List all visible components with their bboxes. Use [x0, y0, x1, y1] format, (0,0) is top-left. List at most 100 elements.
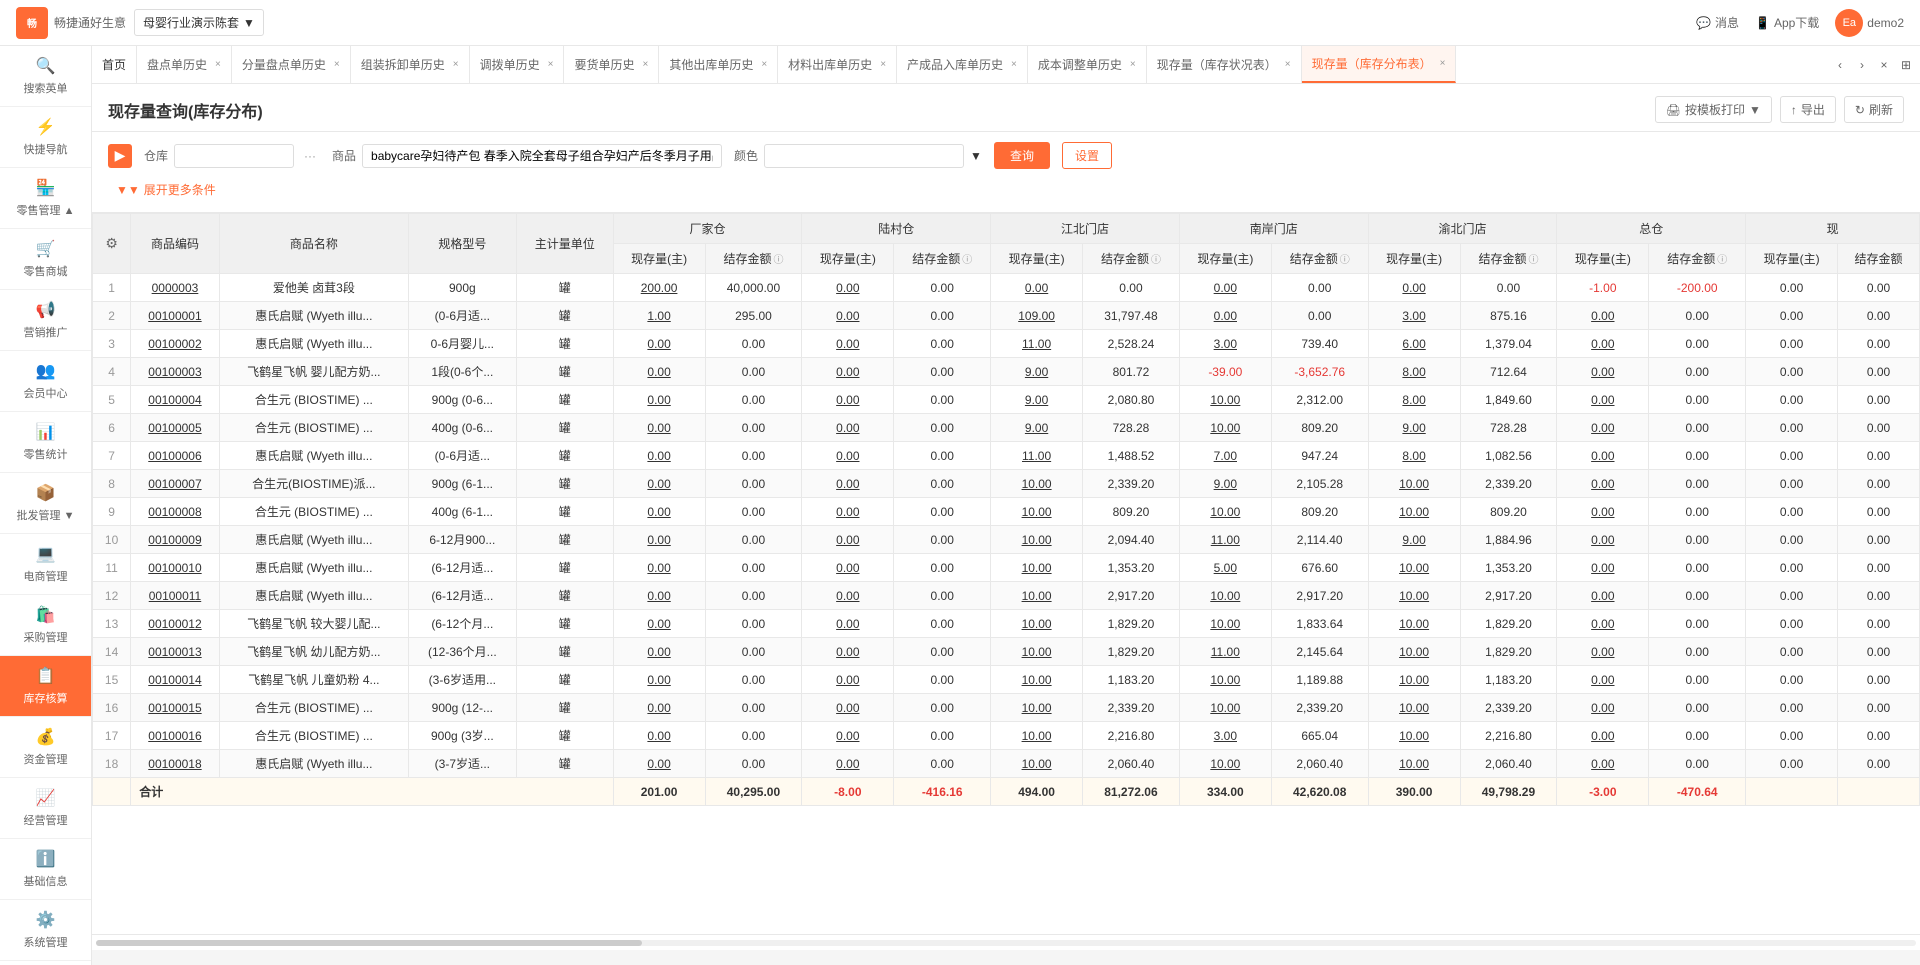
table-container[interactable]: ⚙ 商品编码 商品名称 规格型号 主计量单位 厂家仓 陆村仓 江北门店 南岸门店… [92, 213, 1920, 934]
product-input[interactable] [362, 144, 722, 168]
tab-transfer-history[interactable]: 调拨单历史 × [470, 46, 565, 83]
footer-cjc-amt: 40,295.00 [705, 778, 802, 806]
row-ybmd-amt: 1,379.04 [1460, 330, 1557, 358]
mall-icon: 🛒 [36, 239, 56, 259]
close-icon[interactable]: × [1440, 58, 1446, 69]
horizontal-scrollbar[interactable] [92, 934, 1920, 950]
tab-product-inbound[interactable]: 产成品入库单历史 × [897, 46, 1028, 83]
app-download-btn[interactable]: 📱 App下载 [1755, 14, 1819, 31]
tab-home[interactable]: 首页 [92, 46, 137, 83]
row-spec: 900g [408, 274, 516, 302]
tab-part-stocktake[interactable]: 分量盘点单历史 × [232, 46, 351, 83]
tab-label: 分量盘点单历史 [242, 56, 326, 73]
close-icon[interactable]: × [334, 59, 340, 70]
sidebar-item-search[interactable]: 🔍 搜索英单 [0, 46, 91, 107]
col-header-gear[interactable]: ⚙ [93, 214, 131, 274]
sidebar-item-retail-mgmt[interactable]: 🏪 零售管理 ▲ [0, 168, 91, 229]
app-label: App下载 [1774, 14, 1819, 31]
col-cur-qty: 现存量(主) [1746, 244, 1838, 274]
sidebar-item-purchase[interactable]: 🛍️ 采购管理 [0, 595, 91, 656]
tab-stocktake-history[interactable]: 盘点单历史 × [137, 46, 232, 83]
sidebar-item-marketing[interactable]: 📢 营销推广 [0, 290, 91, 351]
sidebar-item-finance[interactable]: 💰 资金管理 [0, 717, 91, 778]
tab-inventory-status[interactable]: 现存量（库存状况表） × [1147, 46, 1302, 83]
sidebar-item-retail-stats[interactable]: 📊 零售统计 [0, 412, 91, 473]
tab-assemble-history[interactable]: 组装拆卸单历史 × [351, 46, 470, 83]
row-code: 00100018 [131, 750, 220, 778]
sidebar-item-nav[interactable]: ⚡ 快捷导航 [0, 107, 91, 168]
finance-icon: 💰 [36, 727, 56, 747]
row-code: 00100006 [131, 442, 220, 470]
query-btn[interactable]: 查询 [994, 142, 1050, 169]
close-icon[interactable]: × [1285, 59, 1291, 70]
tab-expand-btn[interactable]: ⊞ [1896, 55, 1916, 75]
filter-toggle-btn[interactable]: ▶ [108, 144, 132, 168]
tab-label: 材料出库单历史 [788, 56, 872, 73]
row-unit: 罐 [516, 694, 613, 722]
tab-material-outbound[interactable]: 材料出库单历史 × [778, 46, 897, 83]
filter-row: ▶ 仓库 ··· 商品 颜色 ▼ 查询 设置 [108, 142, 1904, 169]
tab-inventory-dist[interactable]: 现存量（库存分布表） × [1302, 46, 1457, 83]
row-unit: 罐 [516, 526, 613, 554]
col-header-ybmd: 渝北门店 [1368, 214, 1557, 244]
tab-other-outbound[interactable]: 其他出库单历史 × [659, 46, 778, 83]
col-header-spec: 规格型号 [408, 214, 516, 274]
row-namd-qty: 10.00 [1179, 750, 1271, 778]
export-btn[interactable]: ↑ 导出 [1780, 96, 1836, 123]
row-zc-amt: 0.00 [1649, 442, 1746, 470]
row-namd-amt: 739.40 [1271, 330, 1368, 358]
row-ybmd-qty: 8.00 [1368, 442, 1460, 470]
print-btn[interactable]: 🖨 按模板打印 ▼ [1655, 96, 1772, 123]
sidebar-item-collab[interactable]: 🤝 企业协同 [0, 961, 91, 965]
row-cur-qty: 0.00 [1746, 750, 1838, 778]
warehouse-input[interactable] [174, 144, 294, 168]
col-jbmd-amt: 结存金额ⓘ [1083, 244, 1180, 274]
close-icon[interactable]: × [761, 59, 767, 70]
warehouse-ellipsis-btn[interactable]: ··· [300, 149, 320, 163]
tab-next-btn[interactable]: › [1852, 55, 1872, 75]
settings-btn[interactable]: 设置 [1062, 142, 1112, 169]
row-code: 00100012 [131, 610, 220, 638]
row-jbmd-qty: 9.00 [991, 414, 1083, 442]
row-ybmd-qty: 10.00 [1368, 722, 1460, 750]
row-spec: 0-6月婴儿... [408, 330, 516, 358]
tab-label: 成本调整单历史 [1038, 56, 1122, 73]
tab-cost-adjust[interactable]: 成本调整单历史 × [1028, 46, 1147, 83]
row-namd-qty: 0.00 [1179, 302, 1271, 330]
sidebar-item-system[interactable]: ⚙️ 系统管理 [0, 900, 91, 961]
scrollbar-thumb[interactable] [96, 940, 642, 946]
row-cur-qty: 0.00 [1746, 666, 1838, 694]
col-header-cjc: 厂家仓 [613, 214, 802, 244]
refresh-btn[interactable]: ↻ 刷新 [1844, 96, 1904, 123]
row-zc-qty: 0.00 [1557, 358, 1649, 386]
sidebar-item-basic[interactable]: ℹ️ 基础信息 [0, 839, 91, 900]
close-icon[interactable]: × [1130, 59, 1136, 70]
table-row: 4 00100003 飞鹤星飞帆 婴儿配方奶... 1段(0-6个... 罐 0… [93, 358, 1920, 386]
color-input[interactable] [764, 144, 964, 168]
user-area[interactable]: Ea demo2 [1835, 9, 1904, 37]
row-lcc-qty: 0.00 [802, 498, 894, 526]
row-jbmd-amt: 2,339.20 [1083, 694, 1180, 722]
tab-order-history[interactable]: 要货单历史 × [564, 46, 659, 83]
sidebar-item-retail-mall[interactable]: 🛒 零售商城 [0, 229, 91, 290]
sidebar-item-wholesale[interactable]: 📦 批发管理 ▼ [0, 473, 91, 534]
close-icon[interactable]: × [880, 59, 886, 70]
sidebar-item-inventory[interactable]: 📋 库存核算 [0, 656, 91, 717]
sidebar-item-members[interactable]: 👥 会员中心 [0, 351, 91, 412]
close-icon[interactable]: × [1011, 59, 1017, 70]
expand-conditions-btn[interactable]: ▼▼ 展开更多条件 [108, 177, 224, 202]
row-cjc-amt: 40,000.00 [705, 274, 802, 302]
row-cur-amt: 0.00 [1838, 498, 1920, 526]
store-selector[interactable]: 母婴行业演示陈套 ▼ [134, 9, 264, 36]
tab-prev-btn[interactable]: ‹ [1830, 55, 1850, 75]
message-btn[interactable]: 💬 消息 [1696, 14, 1739, 31]
sidebar-item-ecommerce[interactable]: 💻 电商管理 [0, 534, 91, 595]
close-icon[interactable]: × [548, 59, 554, 70]
sidebar-item-label: 电商管理 [24, 568, 68, 584]
close-icon[interactable]: × [642, 59, 648, 70]
close-icon[interactable]: × [215, 59, 221, 70]
close-icon[interactable]: × [453, 59, 459, 70]
tab-close-btn[interactable]: × [1874, 55, 1894, 75]
retail-icon: 🏪 [36, 178, 56, 198]
sidebar-item-business[interactable]: 📈 经营管理 [0, 778, 91, 839]
